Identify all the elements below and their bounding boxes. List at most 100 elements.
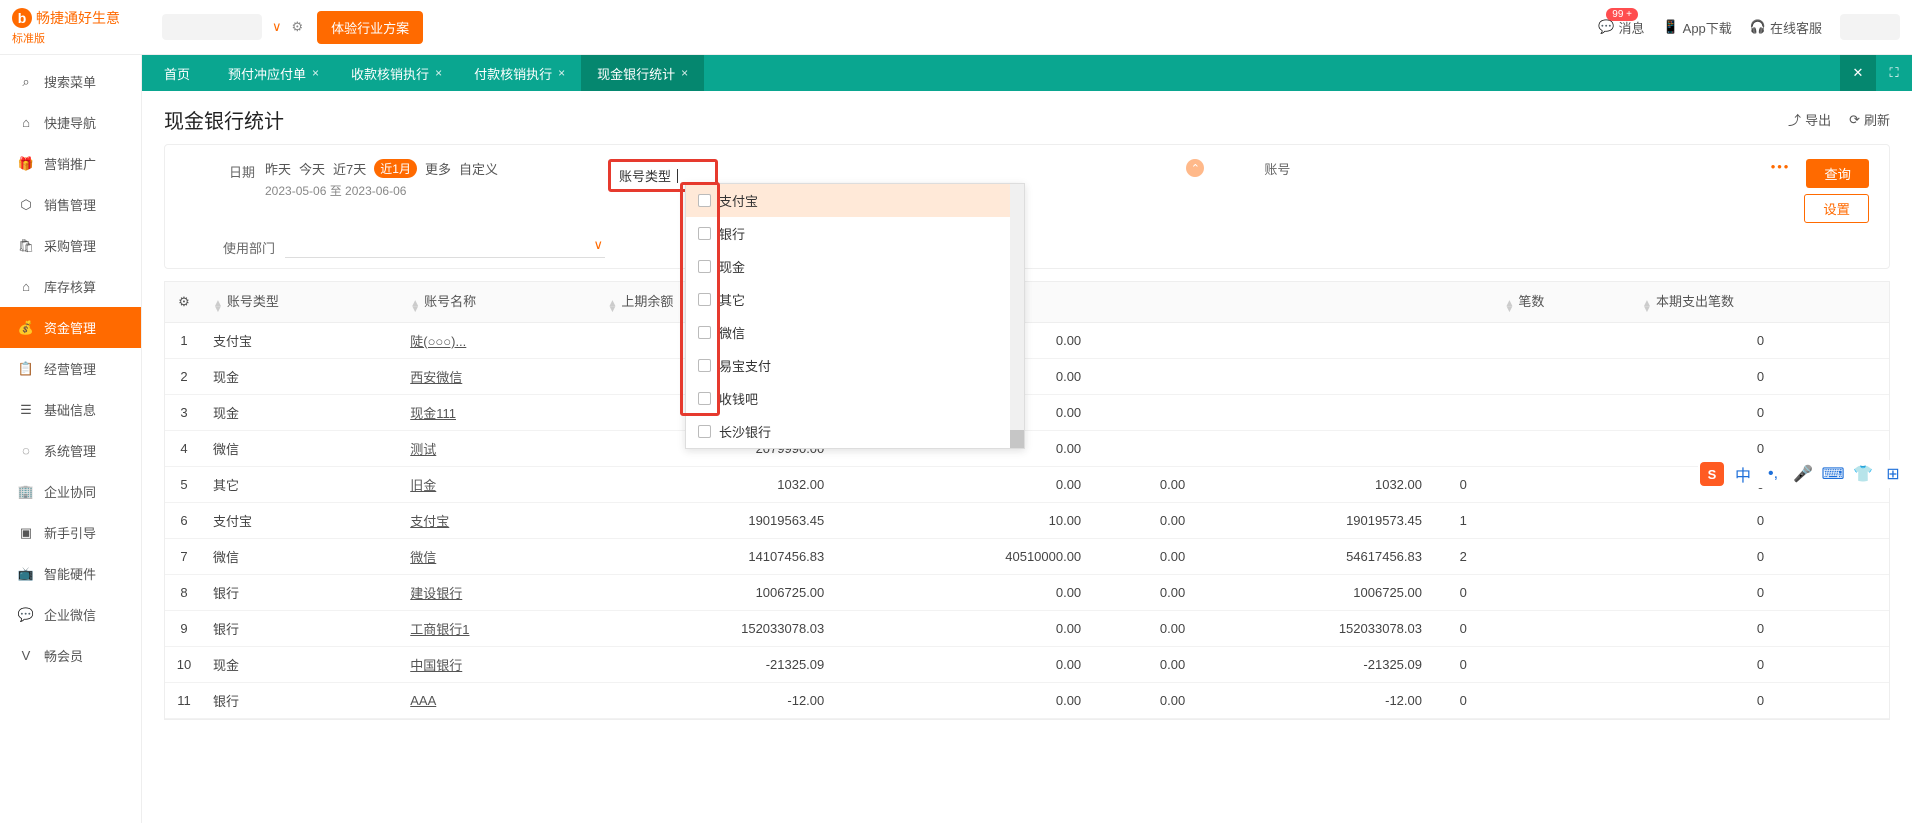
sidebar-item-11[interactable]: ▣新手引导 <box>0 512 141 553</box>
sort-icon[interactable]: ▲▼ <box>607 301 617 313</box>
sidebar-item-14[interactable]: V畅会员 <box>0 635 141 676</box>
cell[interactable]: 建设银行 <box>400 575 597 611</box>
settings-icon[interactable]: ⚙ <box>292 19 304 35</box>
sidebar-item-12[interactable]: 📺智能硬件 <box>0 553 141 594</box>
tab-1[interactable]: 收款核销执行× <box>335 55 458 91</box>
customer-service-link[interactable]: 🎧 在线客服 <box>1750 18 1822 37</box>
column-header[interactable]: ▲▼笔数 <box>1495 282 1633 323</box>
sidebar-item-0[interactable]: ⌕搜索菜单 <box>0 61 141 102</box>
sidebar-item-7[interactable]: 📋经营管理 <box>0 348 141 389</box>
column-header[interactable] <box>1195 282 1432 323</box>
fullscreen-button[interactable]: ⛶ <box>1876 55 1912 91</box>
export-button[interactable]: ⤴导出 <box>1788 110 1831 129</box>
sort-icon[interactable]: ▲▼ <box>1505 301 1515 313</box>
sidebar-item-10[interactable]: 🏢企业协同 <box>0 471 141 512</box>
ime-voice-icon[interactable]: 🎤 <box>1792 463 1814 485</box>
tab-0[interactable]: 预付冲应付单× <box>212 55 335 91</box>
sidebar-item-4[interactable]: 🛍采购管理 <box>0 225 141 266</box>
gear-icon[interactable]: ⚙ <box>178 294 190 309</box>
tab-3[interactable]: 现金银行统计× <box>581 55 704 91</box>
cell[interactable]: 工商银行1 <box>400 611 597 647</box>
cell: 支付宝 <box>203 323 400 359</box>
tab-close-icon[interactable]: × <box>681 66 688 80</box>
dept-select[interactable]: ∨ <box>285 233 605 258</box>
dropdown-option-7[interactable]: 长沙银行 <box>686 415 1024 448</box>
messages-link[interactable]: 99 + 💬 消息 <box>1598 18 1644 37</box>
cell[interactable]: 西安微信 <box>400 359 597 395</box>
sidebar-item-6[interactable]: 💰资金管理 <box>0 307 141 348</box>
dropdown-option-4[interactable]: 微信 <box>686 316 1024 349</box>
checkbox[interactable] <box>698 326 711 339</box>
date-option-0[interactable]: 昨天 <box>265 159 291 178</box>
ime-lang-icon[interactable]: 中 <box>1732 463 1754 485</box>
date-option-3[interactable]: 近1月 <box>374 159 417 178</box>
dropdown-option-3[interactable]: 其它 <box>686 283 1024 316</box>
cell: 0 <box>1632 539 1889 575</box>
ime-punct-icon[interactable]: •, <box>1762 463 1784 485</box>
tab-home[interactable]: 首页 <box>142 55 212 91</box>
column-header[interactable] <box>1091 282 1195 323</box>
sidebar-item-5[interactable]: ⌂库存核算 <box>0 266 141 307</box>
search-button[interactable]: 查询 <box>1806 159 1869 188</box>
cell[interactable]: AAA <box>400 683 597 719</box>
checkbox[interactable] <box>698 425 711 438</box>
tab-2[interactable]: 付款核销执行× <box>458 55 581 91</box>
dropdown-option-0[interactable]: 支付宝 <box>686 184 1024 217</box>
dropdown-scrollbar[interactable] <box>1010 184 1024 448</box>
date-option-2[interactable]: 近7天 <box>333 159 366 178</box>
date-option-4[interactable]: 更多 <box>425 159 451 178</box>
refresh-button[interactable]: ⟳刷新 <box>1849 110 1890 129</box>
date-option-1[interactable]: 今天 <box>299 159 325 178</box>
tab-close-icon[interactable]: × <box>435 66 442 80</box>
column-header[interactable]: ▲▼账号名称 <box>400 282 597 323</box>
sidebar-item-8[interactable]: ☰基础信息 <box>0 389 141 430</box>
dropdown-option-6[interactable]: 收钱吧 <box>686 382 1024 415</box>
column-header[interactable]: ▲▼账号类型 <box>203 282 400 323</box>
ime-skin-icon[interactable]: 👕 <box>1852 463 1874 485</box>
more-filters-icon[interactable]: ••• <box>1771 159 1791 174</box>
industry-plan-button[interactable]: 体验行业方案 <box>317 11 423 44</box>
dropdown-option-2[interactable]: 现金 <box>686 250 1024 283</box>
sidebar-item-2[interactable]: 🎁营销推广 <box>0 143 141 184</box>
cell[interactable]: 测试 <box>400 431 597 467</box>
cell[interactable]: 陡(○○○)... <box>400 323 597 359</box>
ime-keyboard-icon[interactable]: ⌨ <box>1822 463 1844 485</box>
cell[interactable]: 支付宝 <box>400 503 597 539</box>
dropdown-option-1[interactable]: 银行 <box>686 217 1024 250</box>
cell[interactable]: 微信 <box>400 539 597 575</box>
checkbox[interactable] <box>698 392 711 405</box>
checkbox[interactable] <box>698 359 711 372</box>
sidebar-item-label: 企业微信 <box>44 605 96 624</box>
cell[interactable]: 现金111 <box>400 395 597 431</box>
dropdown-option-5[interactable]: 易宝支付 <box>686 349 1024 382</box>
sort-icon[interactable]: ▲▼ <box>410 301 420 313</box>
checkbox[interactable] <box>698 260 711 273</box>
sidebar-item-13[interactable]: 💬企业微信 <box>0 594 141 635</box>
date-option-5[interactable]: 自定义 <box>459 159 498 178</box>
filter-settings-button[interactable]: 设置 <box>1804 194 1869 223</box>
sort-icon[interactable]: ▲▼ <box>213 301 223 313</box>
sort-icon[interactable]: ▲▼ <box>1642 301 1652 313</box>
cell[interactable]: 中国银行 <box>400 647 597 683</box>
org-selector[interactable] <box>162 14 262 40</box>
checkbox[interactable] <box>698 194 711 207</box>
sidebar-item-1[interactable]: ⌂快捷导航 <box>0 102 141 143</box>
sidebar-item-9[interactable]: ◌系统管理 <box>0 430 141 471</box>
user-avatar[interactable] <box>1840 14 1900 40</box>
tab-close-icon[interactable]: × <box>558 66 565 80</box>
sogou-icon[interactable]: S <box>1700 462 1724 486</box>
tab-close-icon[interactable]: × <box>312 66 319 80</box>
ime-tool-icon[interactable]: ⊞ <box>1882 463 1904 485</box>
checkbox[interactable] <box>698 227 711 240</box>
app-download-link[interactable]: 📱 App下载 <box>1662 18 1731 37</box>
collapse-dropdown-icon[interactable]: ⌃ <box>1186 159 1204 177</box>
sidebar-item-3[interactable]: ⬡销售管理 <box>0 184 141 225</box>
column-header[interactable]: ▲▼本期支出笔数 <box>1632 282 1889 323</box>
cell[interactable]: 旧金 <box>400 467 597 503</box>
column-header[interactable]: ⚙ <box>165 282 203 323</box>
checkbox[interactable] <box>698 293 711 306</box>
org-dropdown-icon[interactable]: ∨ <box>272 19 282 35</box>
column-header[interactable] <box>1432 282 1495 323</box>
sidebar-item-label: 营销推广 <box>44 154 96 173</box>
close-tab-button[interactable]: ✕ <box>1840 55 1876 91</box>
